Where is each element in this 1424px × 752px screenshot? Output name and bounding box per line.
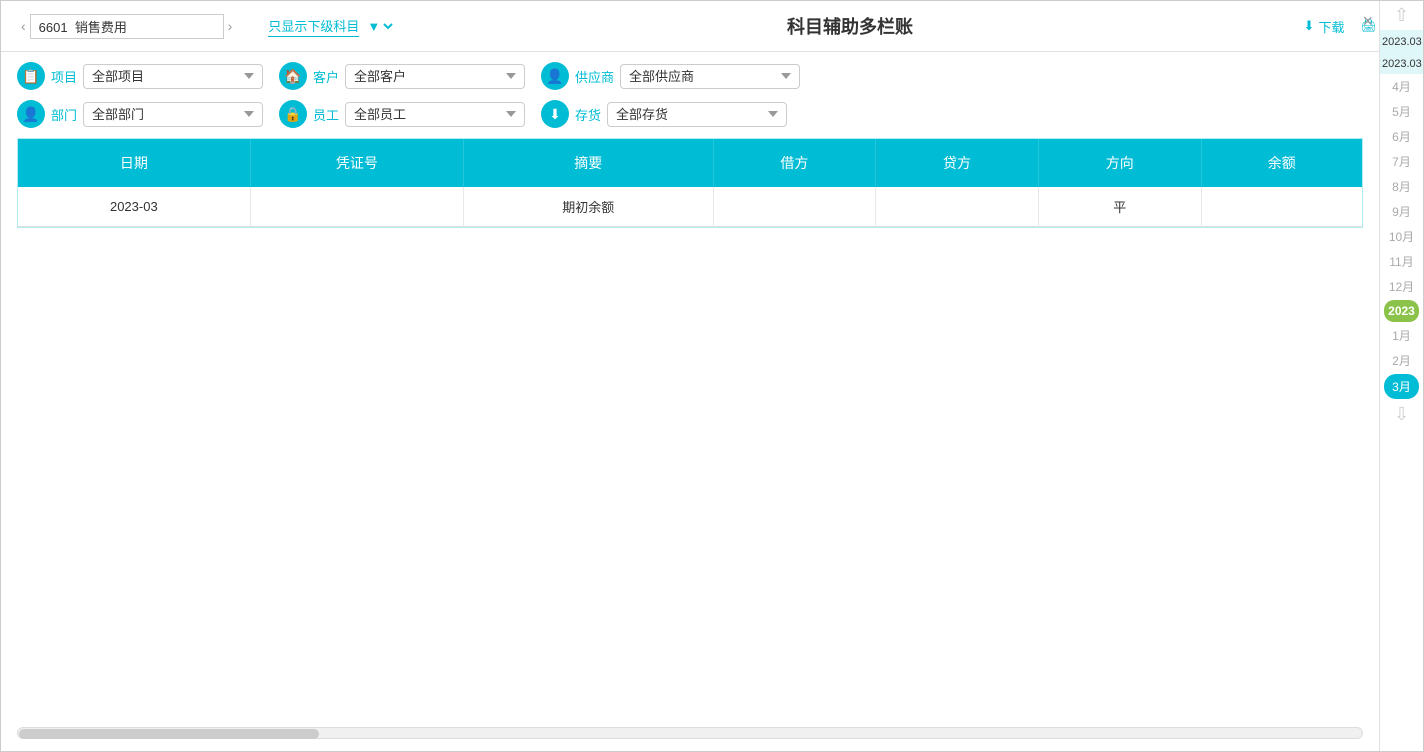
- inventory-filter: ⬇ 存货 全部存货: [541, 100, 787, 128]
- supplier-icon: 👤: [541, 62, 569, 90]
- timeline-up-arrow[interactable]: ⇧: [1390, 1, 1413, 30]
- inventory-select[interactable]: 全部存货: [607, 102, 787, 127]
- timeline-month-2[interactable]: 2月: [1380, 348, 1423, 373]
- download-icon: ⬇: [1304, 18, 1315, 34]
- timeline-month-9[interactable]: 9月: [1380, 199, 1423, 224]
- timeline-year-2023[interactable]: 2023: [1384, 300, 1419, 322]
- department-icon: 👤: [17, 100, 45, 128]
- cell-balance: [1201, 187, 1362, 227]
- col-balance: 余额: [1201, 139, 1362, 187]
- timeline-month-12[interactable]: 12月: [1380, 274, 1423, 299]
- cell-direction: 平: [1038, 187, 1201, 227]
- col-summary: 摘要: [463, 139, 713, 187]
- cell-credit: [876, 187, 1039, 227]
- next-account-button[interactable]: ›: [224, 16, 237, 36]
- col-debit: 借方: [713, 139, 876, 187]
- timeline-month-6[interactable]: 6月: [1380, 124, 1423, 149]
- cell-summary: 期初余额: [463, 187, 713, 227]
- supplier-filter: 👤 供应商 全部供应商: [541, 62, 800, 90]
- timeline-item-2023-03-1[interactable]: 2023.03: [1380, 30, 1423, 52]
- cell-date: 2023-03: [18, 187, 250, 227]
- supplier-select[interactable]: 全部供应商: [620, 64, 800, 89]
- filter-row-2: 👤 部门 全部部门 🔒 员工 全部员工 ⬇ 存货 全部存货: [1, 100, 1423, 138]
- timeline-month-7[interactable]: 7月: [1380, 149, 1423, 174]
- table-row: 2023-03 期初余额 平: [18, 187, 1362, 227]
- timeline-month-11[interactable]: 11月: [1380, 249, 1423, 274]
- inventory-label: 存货: [575, 105, 601, 124]
- account-code-input[interactable]: [30, 14, 224, 39]
- employee-label: 员工: [313, 105, 339, 124]
- department-filter: 👤 部门 全部部门: [17, 100, 263, 128]
- horizontal-scrollbar[interactable]: [17, 727, 1363, 739]
- project-filter: 📋 项目 全部项目: [17, 62, 263, 90]
- timeline-item-2023-03-2[interactable]: 2023.03: [1380, 52, 1423, 74]
- col-direction: 方向: [1038, 139, 1201, 187]
- prev-account-button[interactable]: ‹: [17, 16, 30, 36]
- timeline-month-10[interactable]: 10月: [1380, 224, 1423, 249]
- cell-voucher: [250, 187, 463, 227]
- customer-select[interactable]: 全部客户: [345, 64, 525, 89]
- inventory-icon: ⬇: [541, 100, 569, 128]
- filter-row-1: 📋 项目 全部项目 🏠 客户 全部客户 👤 供应商 全部供应商: [1, 52, 1423, 100]
- timeline-month-4[interactable]: 4月: [1380, 74, 1423, 99]
- close-button[interactable]: ×: [1362, 11, 1373, 32]
- project-select[interactable]: 全部项目: [83, 64, 263, 89]
- col-voucher: 凭证号: [250, 139, 463, 187]
- download-button[interactable]: ⬇ 下载: [1304, 17, 1345, 36]
- cell-debit: [713, 187, 876, 227]
- col-credit: 贷方: [876, 139, 1039, 187]
- customer-label: 客户: [313, 67, 339, 86]
- customer-icon: 🏠: [279, 62, 307, 90]
- employee-icon: 🔒: [279, 100, 307, 128]
- sublevel-filter-select[interactable]: ▼: [363, 18, 396, 35]
- project-icon: 📋: [17, 62, 45, 90]
- department-label: 部门: [51, 105, 77, 124]
- scrollbar-thumb: [19, 729, 319, 739]
- ledger-table: 日期 凭证号 摘要 借方 贷方 方向 余额 2023-03 期初余额: [18, 139, 1362, 227]
- col-date: 日期: [18, 139, 250, 187]
- sublevel-filter-label[interactable]: 只显示下级科目: [268, 16, 359, 37]
- supplier-label: 供应商: [575, 67, 614, 86]
- header: ‹ › 只显示下级科目 ▼ 科目辅助多栏账 ⬇ 下载 🖨 打印: [1, 1, 1423, 52]
- ledger-table-container: 日期 凭证号 摘要 借方 贷方 方向 余额 2023-03 期初余额: [17, 138, 1363, 228]
- main-window: × ‹ › 只显示下级科目 ▼ 科目辅助多栏账 ⬇ 下载 🖨 打印: [0, 0, 1424, 752]
- timeline-month-1[interactable]: 1月: [1380, 323, 1423, 348]
- timeline-down-arrow[interactable]: ⇩: [1390, 400, 1413, 429]
- timeline-panel: ⇧ 2023.03 2023.03 4月 5月 6月 7月 8月 9月 10月 …: [1379, 1, 1423, 751]
- timeline-month-8[interactable]: 8月: [1380, 174, 1423, 199]
- table-header-row: 日期 凭证号 摘要 借方 贷方 方向 余额: [18, 139, 1362, 187]
- timeline-month-3-active[interactable]: 3月: [1384, 374, 1419, 399]
- timeline-month-5[interactable]: 5月: [1380, 99, 1423, 124]
- department-select[interactable]: 全部部门: [83, 102, 263, 127]
- customer-filter: 🏠 客户 全部客户: [279, 62, 525, 90]
- page-title: 科目辅助多栏账: [396, 13, 1303, 39]
- employee-select[interactable]: 全部员工: [345, 102, 525, 127]
- project-label: 项目: [51, 67, 77, 86]
- employee-filter: 🔒 员工 全部员工: [279, 100, 525, 128]
